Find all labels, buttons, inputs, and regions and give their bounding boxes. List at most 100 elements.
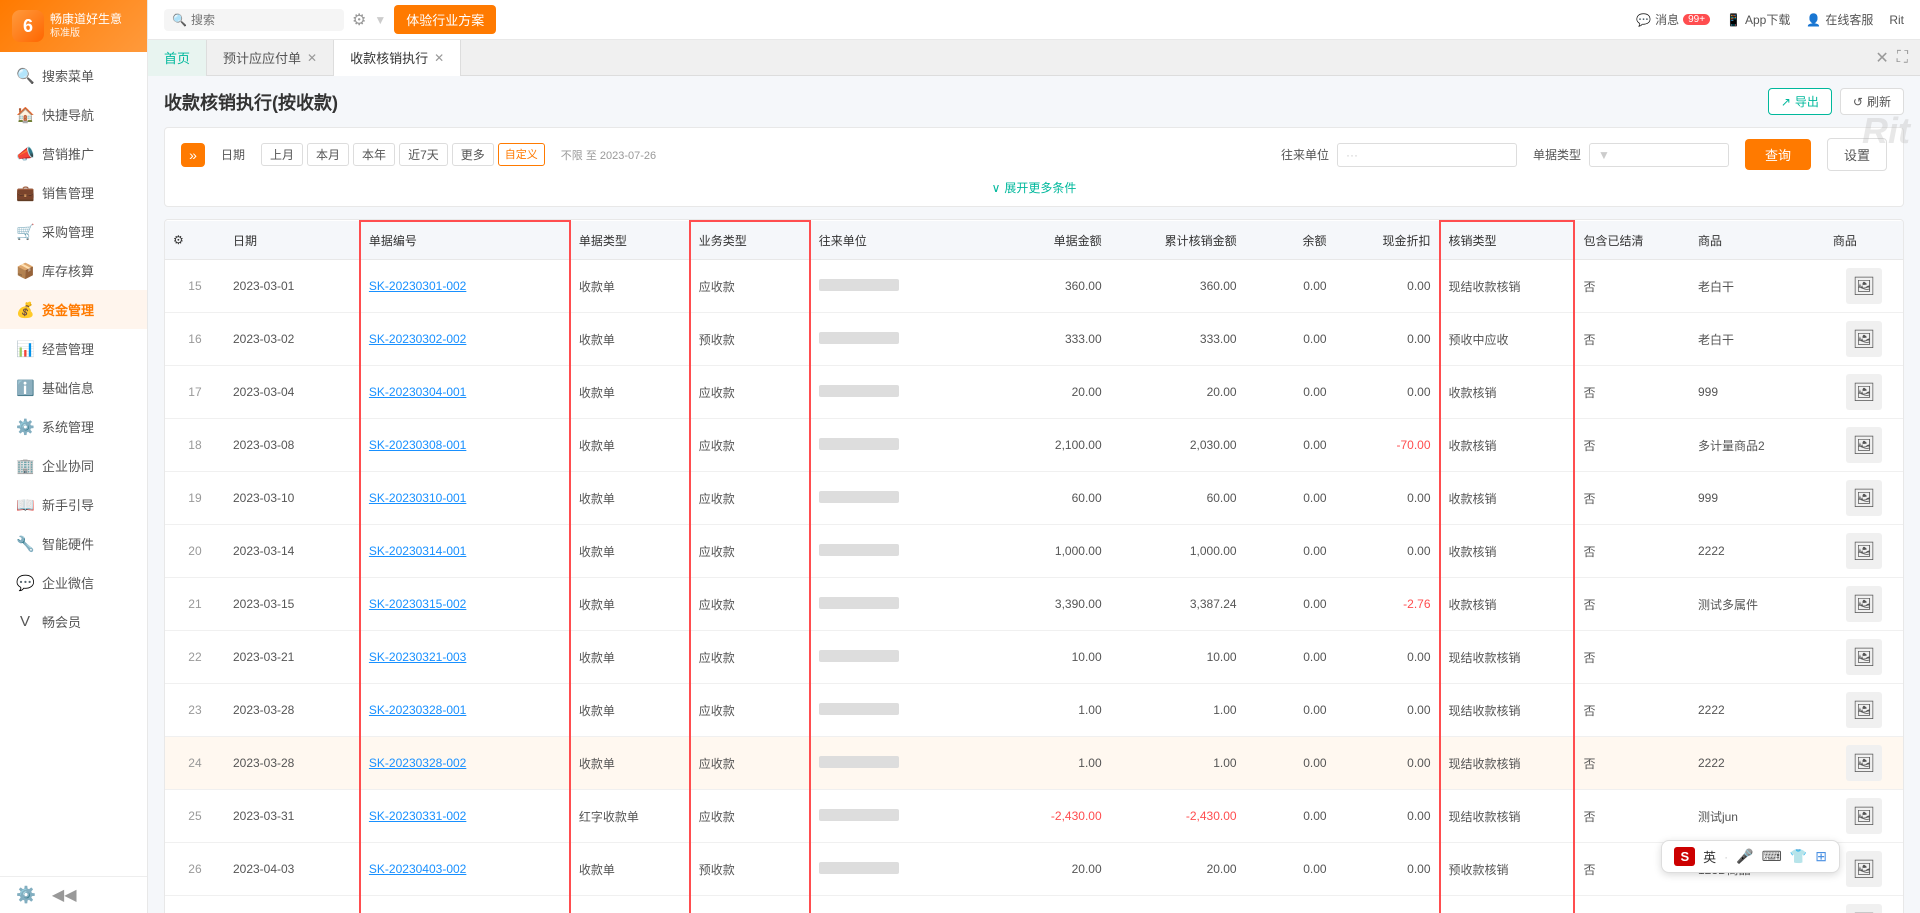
user-avatar[interactable]: Rit xyxy=(1889,13,1904,27)
online-service-btn[interactable]: 👤 在线客服 xyxy=(1806,11,1873,28)
input-method-grid[interactable]: ⊞ xyxy=(1815,848,1827,865)
th-date[interactable]: 日期 xyxy=(225,221,360,260)
solution-button[interactable]: 体验行业方案 xyxy=(394,5,496,34)
refresh-button[interactable]: ↺ 刷新 xyxy=(1840,88,1904,115)
billno-link[interactable]: SK-20230301-002 xyxy=(369,279,466,293)
sidebar-item-wechat[interactable]: 💬 企业微信 xyxy=(0,563,147,602)
export-button[interactable]: ↗ 导出 xyxy=(1768,88,1832,115)
th-partner[interactable]: 往来单位 xyxy=(810,221,990,260)
inventory-icon: 📦 xyxy=(16,262,34,280)
th-cumulative[interactable]: 累计核销金额 xyxy=(1110,221,1245,260)
table-row[interactable]: 26 2023-04-03 SK-20230403-002 收款单 预收款 ██… xyxy=(165,843,1903,896)
date-btn-last-month[interactable]: 上月 xyxy=(261,143,303,166)
table-row[interactable]: 15 2023-03-01 SK-20230301-002 收款单 应收款 ██… xyxy=(165,260,1903,313)
sidebar-item-operation[interactable]: 📊 经营管理 xyxy=(0,329,147,368)
th-settings[interactable]: ⚙ xyxy=(165,221,225,260)
gear-icon[interactable]: ⚙ xyxy=(352,10,366,30)
close-tab-icon[interactable]: ✕ xyxy=(1875,48,1888,68)
tab-presale-close[interactable]: ✕ xyxy=(307,51,317,65)
billno-link[interactable]: SK-20230304-001 xyxy=(369,385,466,399)
filter-toggle-btn[interactable]: » xyxy=(181,143,205,167)
cell-goodsimg: 🖼 xyxy=(1825,737,1903,790)
date-btn-more[interactable]: 更多 xyxy=(452,143,494,166)
table-row[interactable]: 24 2023-03-28 SK-20230328-002 收款单 应收款 ██… xyxy=(165,737,1903,790)
tab-presale[interactable]: 预计应应付单 ✕ xyxy=(207,40,334,76)
th-biztype[interactable]: 业务类型 xyxy=(690,221,810,260)
billno-link[interactable]: SK-20230403-002 xyxy=(369,862,466,876)
cell-amount: -2,430.00 xyxy=(990,790,1110,843)
th-billno[interactable]: 单据编号 xyxy=(360,221,570,260)
search-input[interactable] xyxy=(191,13,321,27)
billno-link[interactable]: SK-20230328-001 xyxy=(369,703,466,717)
sidebar-item-hardware[interactable]: 🔧 智能硬件 xyxy=(0,524,147,563)
th-cleartype[interactable]: 核销类型 xyxy=(1440,221,1575,260)
message-btn[interactable]: 💬 消息 99+ xyxy=(1636,11,1710,28)
table-row[interactable]: 25 2023-03-31 SK-20230331-002 红字收款单 应收款 … xyxy=(165,790,1903,843)
th-billtype[interactable]: 单据类型 xyxy=(570,221,690,260)
message-label: 消息 xyxy=(1655,11,1679,28)
table-row[interactable]: 18 2023-03-08 SK-20230308-001 收款单 应收款 ██… xyxy=(165,419,1903,472)
bill-type-select[interactable]: ▼ xyxy=(1589,143,1729,167)
billno-link[interactable]: SK-20230331-002 xyxy=(369,809,466,823)
sidebar-item-member[interactable]: V 畅会员 xyxy=(0,602,147,641)
sidebar-item-sales[interactable]: 💼 销售管理 xyxy=(0,173,147,212)
date-btn-this-month[interactable]: 本月 xyxy=(307,143,349,166)
th-amount[interactable]: 单据金额 xyxy=(990,221,1110,260)
maximize-icon[interactable]: ⛶ xyxy=(1897,49,1908,67)
app-download-btn[interactable]: 📱 App下载 xyxy=(1726,11,1790,28)
tab-receipt[interactable]: 收款核销执行 ✕ xyxy=(334,40,461,76)
cell-cashdiscount: -70.00 xyxy=(1335,419,1440,472)
date-custom-label[interactable]: 自定义 xyxy=(498,143,545,166)
query-button[interactable]: 查询 xyxy=(1745,139,1811,170)
table-row[interactable]: 16 2023-03-02 SK-20230302-002 收款单 预收款 ██… xyxy=(165,313,1903,366)
sidebar-item-shortcut[interactable]: 🏠 快捷导航 xyxy=(0,95,147,134)
sidebar-item-guide[interactable]: 📖 新手引导 xyxy=(0,485,147,524)
settings-bottom-icon[interactable]: ⚙️ xyxy=(16,885,36,905)
cell-goodsimg: 🖼 xyxy=(1825,366,1903,419)
sidebar-item-search[interactable]: 🔍 搜索菜单 xyxy=(0,56,147,95)
table-row[interactable]: 27 2023-04-08 SK-20230408-001 收款单 应收款 ██… xyxy=(165,896,1903,913)
sidebar-item-finance[interactable]: 💰 资金管理 xyxy=(0,290,147,329)
th-goodsimg[interactable]: 商品 xyxy=(1825,221,1903,260)
cell-goods: 2222 xyxy=(1690,525,1825,578)
tab-home[interactable]: 首页 xyxy=(148,40,207,76)
table-row[interactable]: 17 2023-03-04 SK-20230304-001 收款单 应收款 ██… xyxy=(165,366,1903,419)
billno-link[interactable]: SK-20230308-001 xyxy=(369,438,466,452)
input-method-cn[interactable]: 英 xyxy=(1703,847,1716,866)
billno-link[interactable]: SK-20230310-001 xyxy=(369,491,466,505)
th-included[interactable]: 包含已结清 xyxy=(1574,221,1689,260)
billno-link[interactable]: SK-20230328-002 xyxy=(369,756,466,770)
date-btn-7days[interactable]: 近7天 xyxy=(399,143,448,166)
input-method-mic[interactable]: 🎤 xyxy=(1736,848,1753,865)
th-balance[interactable]: 余额 xyxy=(1245,221,1335,260)
collapse-icon[interactable]: ◀◀ xyxy=(52,885,77,905)
wechat-icon: 💬 xyxy=(16,574,34,592)
billno-link[interactable]: SK-20230321-003 xyxy=(369,650,466,664)
input-method-shirt[interactable]: 👕 xyxy=(1790,848,1807,865)
sidebar-item-system[interactable]: ⚙️ 系统管理 xyxy=(0,407,147,446)
table-row[interactable]: 22 2023-03-21 SK-20230321-003 收款单 应收款 ██… xyxy=(165,631,1903,684)
setting-button[interactable]: 设置 xyxy=(1827,138,1887,171)
billno-link[interactable]: SK-20230314-001 xyxy=(369,544,466,558)
expand-more-btn[interactable]: ∨ 展开更多条件 xyxy=(181,179,1887,196)
partner-input[interactable]: ··· xyxy=(1337,143,1517,167)
tab-receipt-close[interactable]: ✕ xyxy=(434,51,444,65)
cell-biztype: 应收款 xyxy=(690,896,810,913)
sidebar-item-basic[interactable]: ℹ️ 基础信息 xyxy=(0,368,147,407)
billno-link[interactable]: SK-20230302-002 xyxy=(369,332,466,346)
table-row[interactable]: 20 2023-03-14 SK-20230314-001 收款单 应收款 ██… xyxy=(165,525,1903,578)
billno-link[interactable]: SK-20230315-002 xyxy=(369,597,466,611)
table-row[interactable]: 19 2023-03-10 SK-20230310-001 收款单 应收款 ██… xyxy=(165,472,1903,525)
sidebar-item-inventory[interactable]: 📦 库存核算 xyxy=(0,251,147,290)
table-row[interactable]: 21 2023-03-15 SK-20230315-002 收款单 应收款 ██… xyxy=(165,578,1903,631)
sidebar-item-purchase[interactable]: 🛒 采购管理 xyxy=(0,212,147,251)
th-goods[interactable]: 商品 xyxy=(1690,221,1825,260)
cell-billno: SK-20230302-002 xyxy=(360,313,570,366)
sidebar-item-enterprise[interactable]: 🏢 企业协同 xyxy=(0,446,147,485)
th-cashdiscount[interactable]: 现金折扣 xyxy=(1335,221,1440,260)
input-method-keyboard[interactable]: ⌨ xyxy=(1762,848,1782,865)
sidebar-item-marketing[interactable]: 📣 营销推广 xyxy=(0,134,147,173)
table-row[interactable]: 23 2023-03-28 SK-20230328-001 收款单 应收款 ██… xyxy=(165,684,1903,737)
cell-cleartype: 预收款核销 xyxy=(1440,843,1575,896)
date-btn-this-year[interactable]: 本年 xyxy=(353,143,395,166)
